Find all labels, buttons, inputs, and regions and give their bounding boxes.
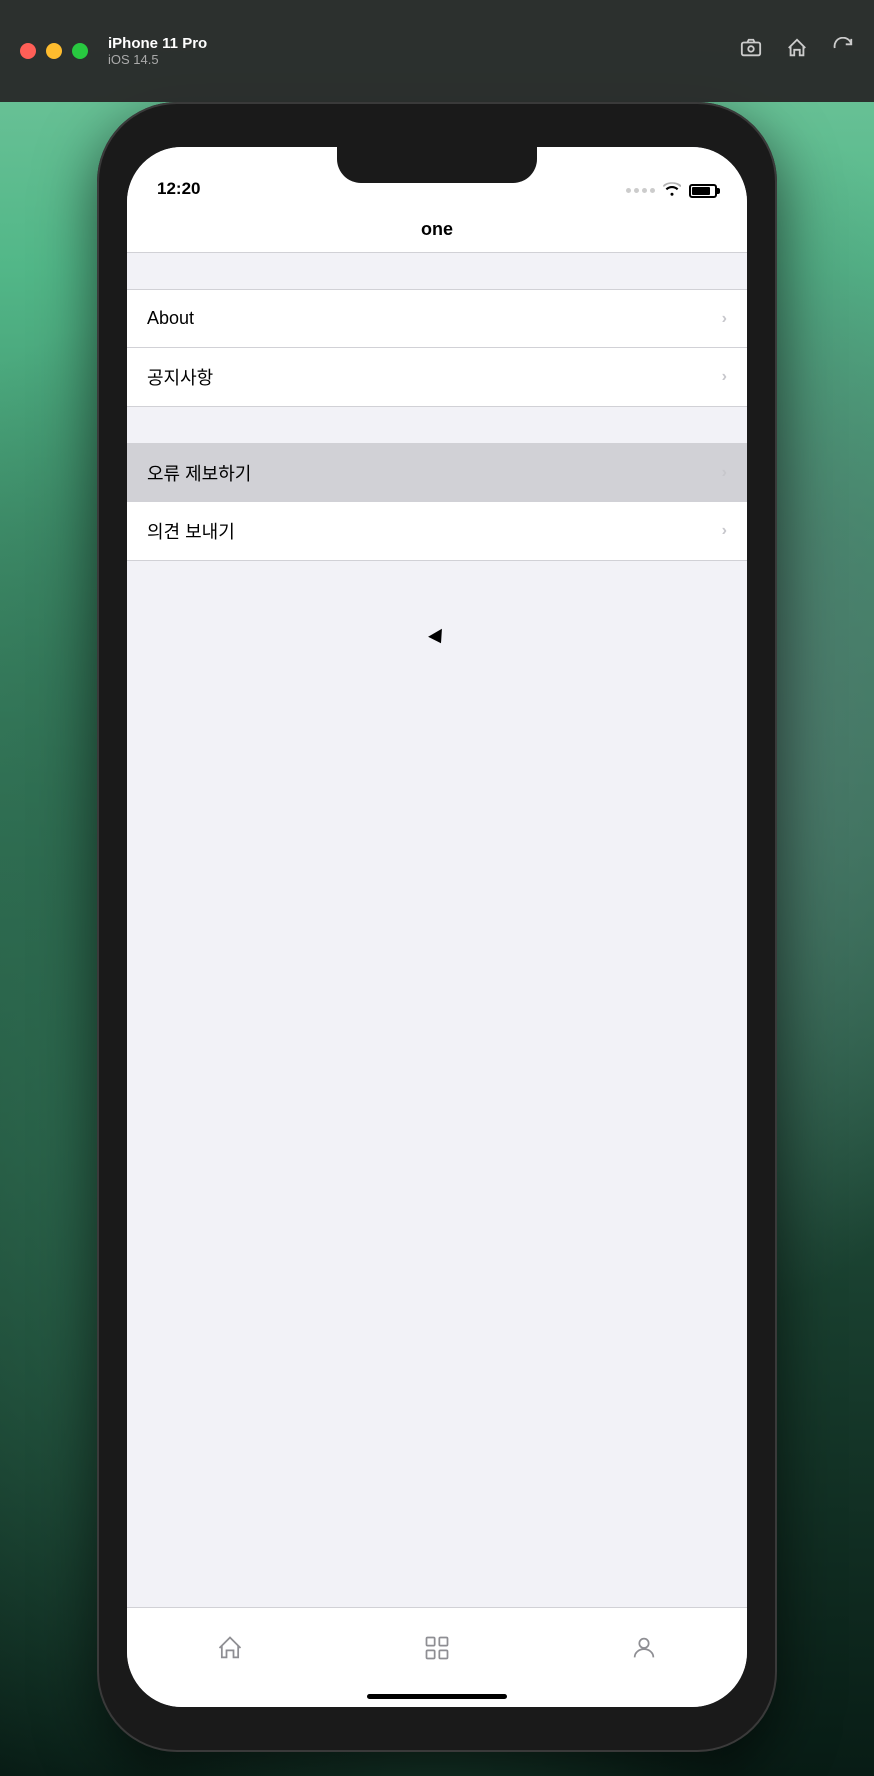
list-item-about[interactable]: About › bbox=[127, 290, 747, 348]
about-chevron: › bbox=[722, 310, 727, 328]
device-info: iPhone 11 Pro iOS 14.5 bbox=[108, 35, 207, 67]
signal-dots bbox=[626, 188, 655, 193]
list-group-2: 오류 제보하기 › 의견 보내기 › bbox=[127, 443, 747, 561]
send-feedback-label: 의견 보내기 bbox=[147, 518, 722, 544]
close-button[interactable] bbox=[20, 43, 36, 59]
battery-icon bbox=[689, 184, 717, 198]
signal-dot-4 bbox=[650, 188, 655, 193]
list-item-report-error[interactable]: 오류 제보하기 › bbox=[127, 444, 747, 502]
send-feedback-chevron: › bbox=[722, 522, 727, 540]
status-bar: 12:20 bbox=[127, 147, 747, 207]
screenshot-icon[interactable] bbox=[740, 37, 762, 65]
tab-home[interactable] bbox=[216, 1634, 244, 1662]
signal-dot-1 bbox=[626, 188, 631, 193]
about-label: About bbox=[147, 308, 722, 329]
home-indicator bbox=[367, 1694, 507, 1699]
tab-bar bbox=[127, 1607, 747, 1707]
device-name: iPhone 11 Pro bbox=[108, 35, 207, 52]
section-spacer-1 bbox=[127, 253, 747, 289]
traffic-lights bbox=[20, 43, 88, 59]
titlebar-icons bbox=[740, 37, 854, 65]
fullscreen-button[interactable] bbox=[72, 43, 88, 59]
notice-chevron: › bbox=[722, 368, 727, 386]
notice-label: 공지사항 bbox=[147, 364, 722, 390]
section-spacer-2 bbox=[127, 407, 747, 443]
nav-title: one bbox=[421, 219, 453, 239]
wifi-icon bbox=[663, 182, 681, 199]
battery-fill bbox=[692, 187, 710, 195]
notch bbox=[337, 147, 537, 183]
list-group-1: About › 공지사항 › bbox=[127, 289, 747, 407]
home-icon[interactable] bbox=[786, 37, 808, 65]
list-item-notice[interactable]: 공지사항 › bbox=[127, 348, 747, 406]
content-area bbox=[127, 561, 747, 1461]
tab-profile[interactable] bbox=[630, 1634, 658, 1662]
tab-grid[interactable] bbox=[423, 1634, 451, 1662]
iphone-screen: 12:20 bbox=[127, 147, 747, 1707]
signal-dot-3 bbox=[642, 188, 647, 193]
report-error-chevron: › bbox=[722, 464, 727, 482]
device-os: iOS 14.5 bbox=[108, 52, 207, 67]
navigation-bar: one bbox=[127, 207, 747, 253]
status-icons bbox=[626, 182, 717, 199]
rotate-icon[interactable] bbox=[832, 37, 854, 65]
titlebar: iPhone 11 Pro iOS 14.5 bbox=[0, 0, 874, 102]
minimize-button[interactable] bbox=[46, 43, 62, 59]
list-item-send-feedback[interactable]: 의견 보내기 › bbox=[127, 502, 747, 560]
iphone-frame: 12:20 bbox=[97, 102, 777, 1752]
signal-dot-2 bbox=[634, 188, 639, 193]
status-time: 12:20 bbox=[157, 179, 200, 199]
report-error-label: 오류 제보하기 bbox=[147, 460, 722, 486]
